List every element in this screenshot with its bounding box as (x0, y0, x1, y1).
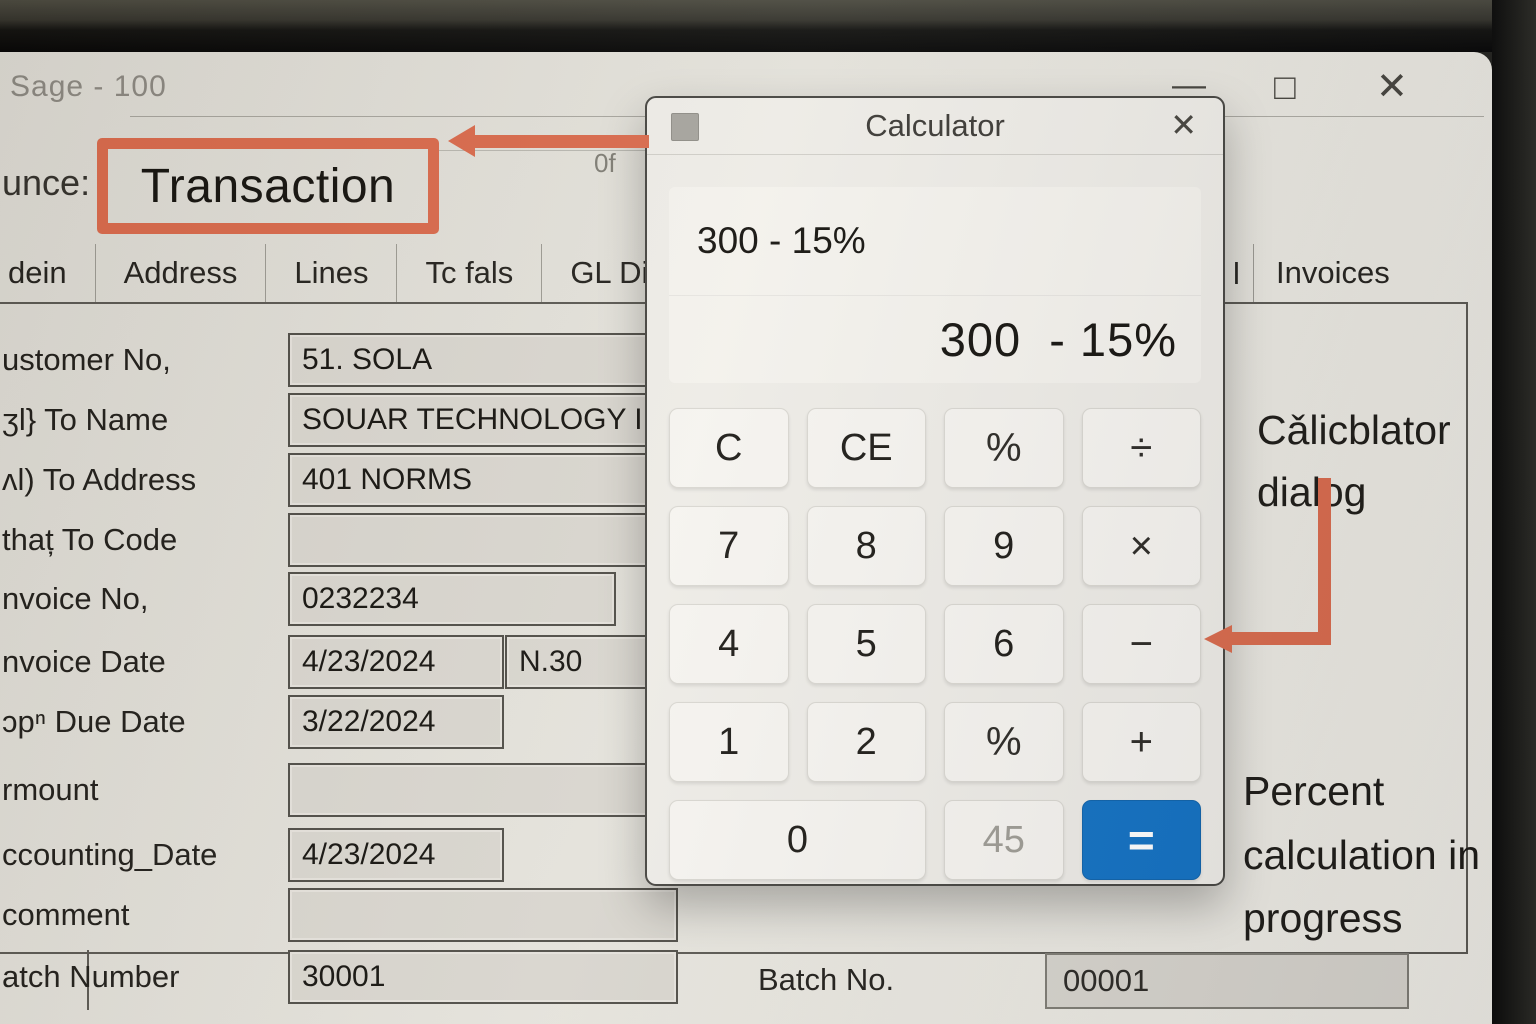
batch-number-label: atch Number (2, 959, 180, 994)
key-8[interactable]: 8 (806, 506, 926, 586)
key-percent-bottom[interactable]: % (944, 702, 1064, 782)
to-name-field[interactable]: SOUAR TECHNOLOGY IND (288, 393, 678, 447)
accounting-date-value: 4/23/2024 (302, 838, 436, 871)
key-6[interactable]: 6 (944, 604, 1064, 684)
arrow-vertical-segment (1318, 478, 1331, 638)
amount-label: rmount (2, 772, 99, 807)
customer-no-label: ustomer No, (2, 342, 171, 377)
batch-number-value: 30001 (302, 960, 386, 993)
arrow-head-icon (448, 125, 475, 157)
key-5[interactable]: 5 (806, 604, 926, 684)
accounting-date-field[interactable]: 4/23/2024 (288, 828, 504, 882)
invoice-no-field[interactable]: 0232234 (288, 572, 616, 626)
key-percent-top[interactable]: % (944, 408, 1064, 488)
key-4[interactable]: 4 (669, 604, 789, 684)
key-clear-entry[interactable]: CE (806, 408, 926, 488)
monitor-bezel-right (1492, 0, 1536, 1024)
calculator-body: 300 - 15% 300 - 15% C CE % ÷ 7 8 9 × 4 5… (647, 155, 1223, 890)
batch-no-field[interactable]: 00001 (1045, 953, 1409, 1009)
key-1[interactable]: 1 (669, 702, 789, 782)
due-date-label: ɔpⁿ Due Date (2, 704, 186, 739)
calculator-titlebar[interactable]: Calculator ✕ (647, 98, 1223, 155)
customer-no-value: 51. SOLA (302, 343, 433, 376)
key-plus[interactable]: + (1081, 702, 1201, 782)
terms-value: N.30 (519, 645, 583, 678)
monitor-bezel-top (0, 0, 1536, 52)
callout-calculator-dialog: Cǎlicblator dialog (1257, 407, 1451, 515)
key-2[interactable]: 2 (806, 702, 926, 782)
callout-percent-calculation: Percent calculation in progress (1243, 768, 1481, 942)
calculator-keypad: C CE % ÷ 7 8 9 × 4 5 6 − 1 2 % + 0 45 = (669, 408, 1201, 880)
accounting-date-label: ccounting_Date (2, 837, 218, 872)
batch-number-field[interactable]: 30001 (288, 950, 678, 1004)
to-code-field[interactable] (288, 513, 678, 567)
key-clear[interactable]: C (669, 408, 789, 488)
arrow-head-icon (1204, 625, 1232, 653)
key-7[interactable]: 7 (669, 506, 789, 586)
invoice-no-label: nvoice No, (2, 581, 149, 616)
to-code-label: thaț To Code (2, 522, 178, 557)
key-minus[interactable]: − (1081, 604, 1201, 684)
comment-field[interactable] (288, 888, 678, 942)
key-memory-45[interactable]: 45 (944, 800, 1064, 880)
to-address-value: 401 NORMS (302, 463, 473, 496)
to-address-label: ʌl) To Address (2, 462, 197, 497)
arrow-horizontal-segment (1230, 632, 1331, 645)
calculator-expression: 300 - 15% (669, 187, 1201, 296)
key-multiply[interactable]: × (1081, 506, 1201, 586)
to-name-value: SOUAR TECHNOLOGY IND (302, 403, 678, 436)
calculator-dialog: Calculator ✕ 300 - 15% 300 - 15% C CE % … (645, 96, 1225, 886)
annotation-arrow-transaction (448, 125, 649, 157)
calculator-result: 300 - 15% (939, 313, 1177, 366)
invoice-date-field[interactable]: 4/23/2024 (288, 635, 504, 689)
invoice-no-value: 0232234 (302, 582, 419, 615)
calculator-display: 300 - 15% 300 - 15% (669, 187, 1201, 383)
customer-no-field[interactable]: 51. SOLA (288, 333, 678, 387)
key-0[interactable]: 0 (669, 800, 926, 880)
due-date-field[interactable]: 3/22/2024 (288, 695, 504, 749)
batch-no-label: Batch No. (758, 962, 895, 997)
invoice-date-value: 4/23/2024 (302, 645, 436, 678)
invoice-date-label: nvoice Date (2, 644, 166, 679)
calculator-title: Calculator (865, 108, 1005, 143)
batch-no-value: 00001 (1063, 963, 1150, 998)
to-address-field[interactable]: 401 NORMS (288, 453, 678, 507)
due-date-value: 3/22/2024 (302, 705, 436, 738)
monitor-screen: Sage - 100 — □ ✕ unce: Transaction 0f de… (0, 0, 1536, 1024)
comment-label: comment (2, 897, 130, 932)
key-equals[interactable]: = (1081, 800, 1201, 880)
to-name-label: ʒl} To Name (2, 402, 169, 437)
key-divide[interactable]: ÷ (1081, 408, 1201, 488)
arrow-shaft (473, 135, 649, 148)
key-9[interactable]: 9 (944, 506, 1064, 586)
amount-field[interactable] (288, 763, 678, 817)
calculator-close-icon[interactable]: ✕ (1170, 106, 1197, 144)
